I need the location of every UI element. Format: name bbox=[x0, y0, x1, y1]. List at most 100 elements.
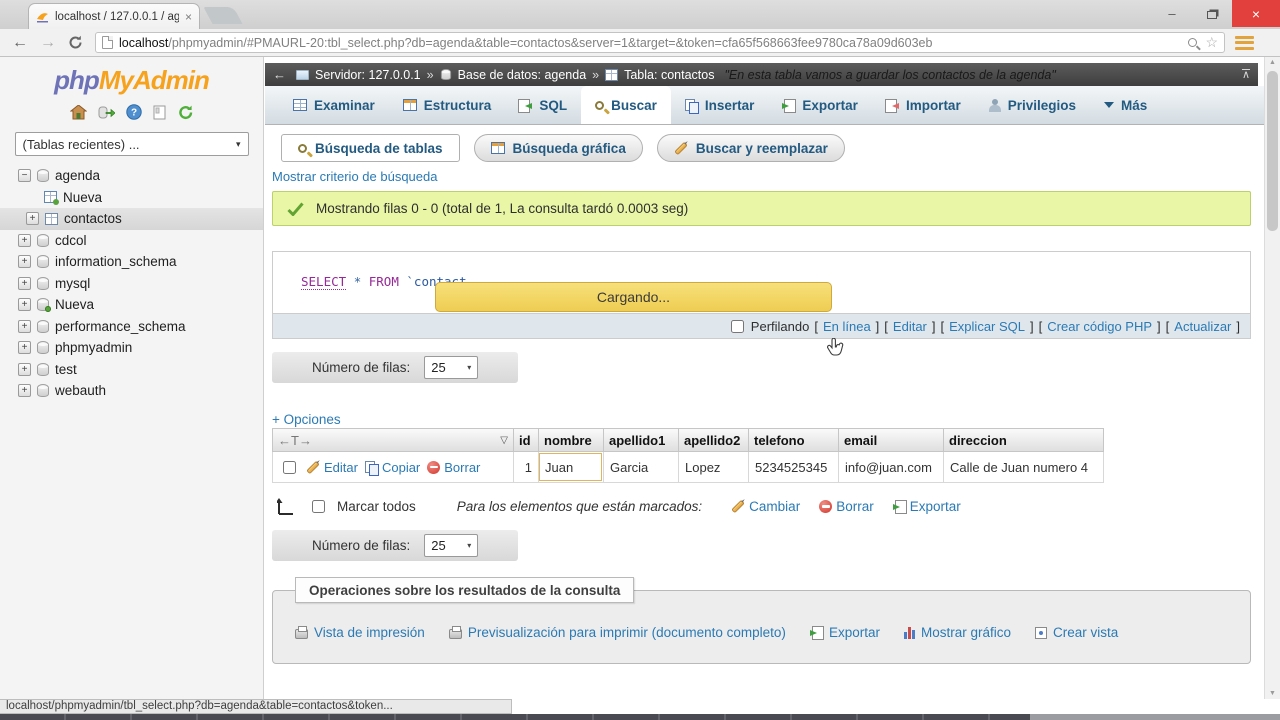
cell-id[interactable]: 1 bbox=[513, 452, 538, 482]
tree-item-label[interactable]: webauth bbox=[55, 383, 106, 398]
print-preview-link[interactable]: Previsualización para imprimir (document… bbox=[448, 625, 786, 640]
show-criteria-link[interactable]: Mostrar criterio de búsqueda bbox=[272, 169, 437, 184]
tab-importar[interactable]: Importar bbox=[872, 86, 975, 124]
tab-sql[interactable]: SQL bbox=[505, 86, 581, 124]
tab-estructura[interactable]: Estructura bbox=[389, 86, 506, 124]
cell-telefono[interactable]: 5234525345 bbox=[748, 452, 838, 482]
tree-item-new-table[interactable]: Nueva bbox=[0, 187, 263, 209]
profiling-checkbox[interactable] bbox=[730, 319, 744, 333]
delete-row-link[interactable]: Borrar bbox=[427, 460, 480, 475]
subtab-buscar-reemplazar[interactable]: Buscar y reemplazar bbox=[656, 134, 845, 162]
edit-row-link[interactable]: Editar bbox=[306, 460, 358, 475]
inline-edit-link[interactable]: En línea bbox=[823, 319, 871, 334]
column-move-icon[interactable]: ←T→ bbox=[278, 433, 312, 448]
cell-nombre[interactable]: Juan bbox=[538, 452, 603, 482]
tree-item-label[interactable]: information_schema bbox=[55, 254, 177, 269]
tree-item-label[interactable]: Nueva bbox=[63, 190, 102, 205]
tree-item-label[interactable]: performance_schema bbox=[55, 319, 186, 334]
column-header-nombre[interactable]: nombre bbox=[538, 429, 603, 451]
tree-item-performance-schema[interactable]: + performance_schema bbox=[0, 316, 263, 338]
edit-link[interactable]: Editar bbox=[893, 319, 927, 334]
tab-examinar[interactable]: Examinar bbox=[279, 86, 389, 124]
tree-item-label[interactable]: contactos bbox=[64, 211, 122, 226]
tab-mas[interactable]: Más bbox=[1090, 86, 1161, 124]
help-icon[interactable]: ? bbox=[125, 104, 142, 120]
tree-item-agenda[interactable]: − agenda bbox=[0, 165, 263, 187]
window-close-button[interactable]: × bbox=[1232, 0, 1280, 27]
expand-toggle-icon[interactable]: + bbox=[26, 212, 39, 226]
tab-exportar[interactable]: Exportar bbox=[768, 86, 872, 124]
tree-item-phpmyadmin[interactable]: + phpmyadmin bbox=[0, 337, 263, 359]
display-chart-link[interactable]: Mostrar gráfico bbox=[903, 625, 1011, 640]
home-icon[interactable] bbox=[69, 104, 87, 120]
subtab-busqueda-tablas[interactable]: Búsqueda de tablas bbox=[281, 134, 460, 162]
tree-item-contactos[interactable]: + contactos bbox=[0, 208, 263, 230]
copy-row-link[interactable]: Copiar bbox=[364, 460, 420, 476]
scrollbar-thumb[interactable] bbox=[1267, 71, 1278, 231]
tree-item-label[interactable]: Nueva bbox=[55, 297, 94, 312]
tree-item-label[interactable]: agenda bbox=[55, 168, 100, 183]
expand-toggle-icon[interactable]: + bbox=[18, 298, 31, 312]
tree-item-webauth[interactable]: + webauth bbox=[0, 380, 263, 402]
documentation-icon[interactable] bbox=[153, 105, 167, 120]
url-bar[interactable]: localhost /phpmyadmin/#PMAURL-20:tbl_sel… bbox=[95, 32, 1225, 53]
window-minimize-button[interactable]: – bbox=[1152, 0, 1192, 27]
recent-tables-select[interactable]: (Tablas recientes) ... ▾ bbox=[14, 132, 249, 156]
tab-insertar[interactable]: Insertar bbox=[671, 86, 769, 124]
tree-item-test[interactable]: + test bbox=[0, 359, 263, 381]
logout-icon[interactable] bbox=[98, 105, 115, 120]
check-all-checkbox[interactable] bbox=[312, 500, 325, 513]
scroll-top-icon[interactable]: ∧ bbox=[1241, 69, 1250, 81]
forward-button[interactable]: → bbox=[40, 34, 56, 51]
sort-icon[interactable]: ▽ bbox=[500, 435, 508, 446]
back-button[interactable]: ← bbox=[12, 34, 28, 51]
create-php-link[interactable]: Crear código PHP bbox=[1047, 319, 1152, 334]
tree-item-information-schema[interactable]: + information_schema bbox=[0, 251, 263, 273]
rows-per-page-select[interactable]: 25 ▾ bbox=[424, 534, 479, 557]
tab-privilegios[interactable]: Privilegios bbox=[975, 86, 1090, 124]
bulk-export-link[interactable]: Exportar bbox=[892, 499, 961, 514]
tree-item-nueva[interactable]: + Nueva bbox=[0, 294, 263, 316]
tree-item-label[interactable]: cdcol bbox=[55, 233, 87, 248]
tab-close-icon[interactable]: × bbox=[185, 10, 192, 24]
browser-menu-button[interactable] bbox=[1235, 35, 1254, 50]
expand-toggle-icon[interactable]: + bbox=[18, 319, 31, 333]
row-checkbox[interactable] bbox=[283, 460, 296, 474]
bulk-change-link[interactable]: Cambiar bbox=[731, 499, 800, 514]
expand-toggle-icon[interactable]: + bbox=[18, 362, 31, 376]
expand-toggle-icon[interactable]: + bbox=[18, 384, 31, 398]
expand-toggle-icon[interactable]: + bbox=[18, 341, 31, 355]
cell-apellido2[interactable]: Lopez bbox=[678, 452, 748, 482]
create-view-link[interactable]: Crear vista bbox=[1035, 625, 1118, 640]
cell-email[interactable]: info@juan.com bbox=[838, 452, 943, 482]
column-header-direccion[interactable]: direccion bbox=[943, 429, 1103, 451]
tree-item-cdcol[interactable]: + cdcol bbox=[0, 230, 263, 252]
bookmark-star-icon[interactable]: ☆ bbox=[1205, 34, 1218, 51]
new-tab-button[interactable] bbox=[203, 7, 243, 24]
tree-item-label[interactable]: phpmyadmin bbox=[55, 340, 132, 355]
tree-item-mysql[interactable]: + mysql bbox=[0, 273, 263, 295]
page-scrollbar[interactable] bbox=[1264, 57, 1280, 699]
column-header-apellido2[interactable]: apellido2 bbox=[678, 429, 748, 451]
cell-direccion[interactable]: Calle de Juan numero 4 bbox=[943, 452, 1103, 482]
browser-tab[interactable]: localhost / 127.0.0.1 / agen × bbox=[28, 3, 200, 29]
column-header-telefono[interactable]: telefono bbox=[748, 429, 838, 451]
zoom-icon[interactable] bbox=[1188, 38, 1198, 47]
expand-toggle-icon[interactable]: + bbox=[18, 276, 31, 290]
explain-sql-link[interactable]: Explicar SQL bbox=[949, 319, 1025, 334]
column-header-email[interactable]: email bbox=[838, 429, 943, 451]
cell-apellido1[interactable]: Garcia bbox=[603, 452, 678, 482]
column-header-id[interactable]: id bbox=[513, 429, 538, 451]
tree-item-label[interactable]: mysql bbox=[55, 276, 90, 291]
expand-toggle-icon[interactable]: + bbox=[18, 255, 31, 269]
column-header-apellido1[interactable]: apellido1 bbox=[603, 429, 678, 451]
reload-button[interactable] bbox=[68, 35, 83, 50]
refresh-icon[interactable] bbox=[178, 105, 194, 120]
breadcrumb-table[interactable]: Tabla: contactos bbox=[624, 68, 714, 82]
refresh-link[interactable]: Actualizar bbox=[1174, 319, 1231, 334]
subtab-busqueda-grafica[interactable]: Búsqueda gráfica bbox=[473, 134, 643, 162]
expand-toggle-icon[interactable]: + bbox=[18, 233, 31, 247]
tree-item-label[interactable]: test bbox=[55, 362, 77, 377]
bulk-delete-link[interactable]: Borrar bbox=[819, 499, 874, 514]
tab-buscar[interactable]: Buscar bbox=[581, 86, 671, 124]
